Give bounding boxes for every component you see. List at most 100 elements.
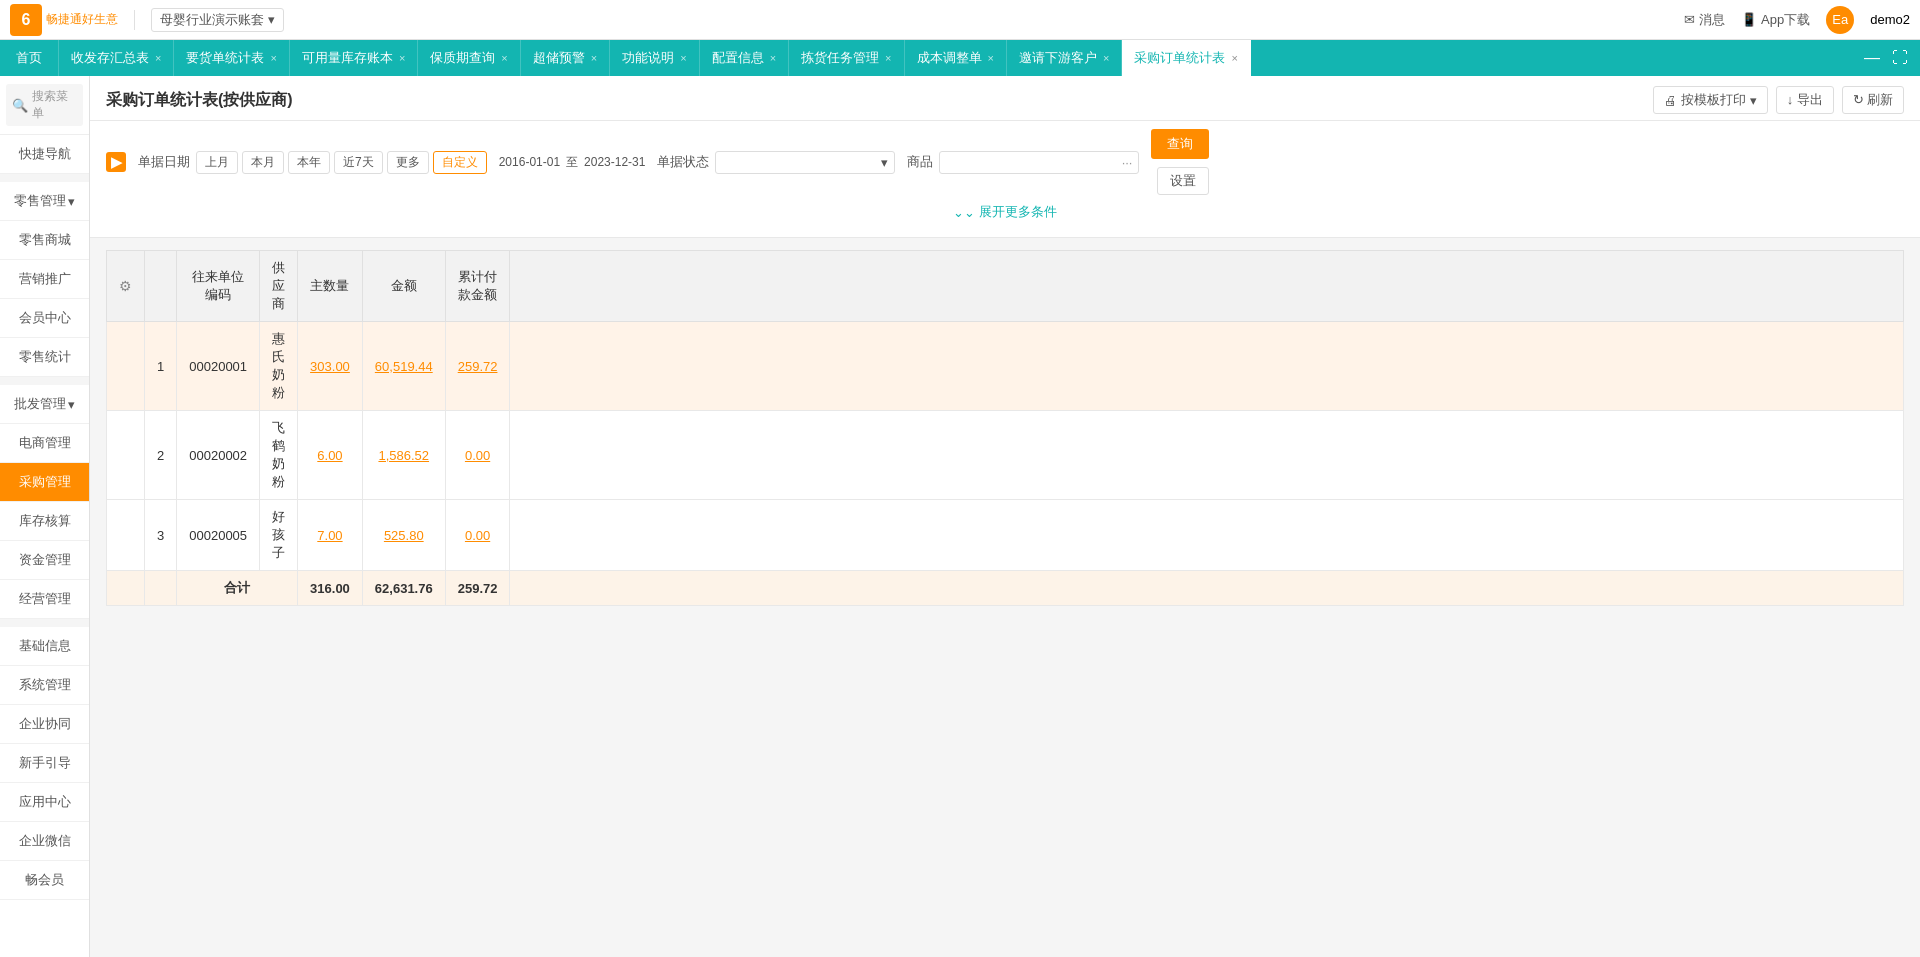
filter-expand-toggle[interactable]: ▶: [106, 152, 126, 172]
tab-invite-downstream-close[interactable]: ×: [1103, 52, 1109, 64]
tab-receive-summary-close[interactable]: ×: [155, 52, 161, 64]
row-3-paid-link[interactable]: 0.00: [465, 528, 490, 543]
row-2-paid-amount[interactable]: 0.00: [445, 411, 510, 500]
sidebar-quick-nav-label: 快捷导航: [19, 146, 71, 161]
date-btn-more[interactable]: 更多: [387, 151, 429, 174]
row-2-paid-link[interactable]: 0.00: [465, 448, 490, 463]
row-1-main-qty[interactable]: 303.00: [298, 322, 363, 411]
tab-cost-adjust[interactable]: 成本调整单 ×: [905, 40, 1007, 76]
row-2-main-qty[interactable]: 6.00: [298, 411, 363, 500]
row-3-paid-amount[interactable]: 0.00: [445, 500, 510, 571]
date-btn-7days[interactable]: 近7天: [334, 151, 383, 174]
store-selector[interactable]: 母婴行业演示账套 ▾: [151, 8, 284, 32]
query-button[interactable]: 查询: [1151, 129, 1209, 159]
tab-invite-downstream-label: 邀请下游客户: [1019, 49, 1097, 67]
sidebar-item-capital-mgmt[interactable]: 资金管理: [0, 541, 89, 580]
tab-overstock[interactable]: 超储预警 ×: [521, 40, 610, 76]
tab-order-summary[interactable]: 要货单统计表 ×: [174, 40, 289, 76]
row-3-amount[interactable]: 525.80: [362, 500, 445, 571]
nav-minimize-btn[interactable]: —: [1860, 47, 1884, 69]
tab-config-info-label: 配置信息: [712, 49, 764, 67]
tab-cost-adjust-close[interactable]: ×: [988, 52, 994, 64]
row-1-amount-link[interactable]: 60,519.44: [375, 359, 433, 374]
footer-extra: [510, 571, 1904, 606]
row-2-qty-link[interactable]: 6.00: [317, 448, 342, 463]
app-download-btn[interactable]: 📱 App下载: [1741, 11, 1810, 29]
content-area: 采购订单统计表(按供应商) 🖨 按模板打印 ▾ ↓ 导出 ↻ 刷新: [90, 76, 1920, 957]
tab-home[interactable]: 首页: [0, 40, 59, 76]
settings-icon[interactable]: ⚙: [119, 278, 132, 294]
sidebar-item-vip-member[interactable]: 畅会员: [0, 861, 89, 900]
tab-purchase-summary[interactable]: 采购订单统计表 ×: [1122, 40, 1250, 76]
sidebar-marketing-label: 营销推广: [19, 271, 71, 286]
sidebar-item-ecommerce[interactable]: 电商管理: [0, 424, 89, 463]
sidebar-search-btn[interactable]: 🔍 搜索菜单: [6, 84, 83, 126]
filter-goods-more-btn[interactable]: ···: [1122, 155, 1133, 170]
tab-stock-ledger-close[interactable]: ×: [399, 52, 405, 64]
filter-status-select[interactable]: ▾: [715, 151, 895, 174]
row-3-amount-link[interactable]: 525.80: [384, 528, 424, 543]
print-button[interactable]: 🖨 按模板打印 ▾: [1653, 86, 1768, 114]
tab-order-summary-close[interactable]: ×: [270, 52, 276, 64]
date-btn-custom[interactable]: 自定义: [433, 151, 487, 174]
tab-pick-task-close[interactable]: ×: [885, 52, 891, 64]
tab-pick-task[interactable]: 拣货任务管理 ×: [789, 40, 904, 76]
row-3-supplier-name: 好孩子: [260, 500, 298, 571]
sidebar-item-marketing[interactable]: 营销推广: [0, 260, 89, 299]
row-3-main-qty[interactable]: 7.00: [298, 500, 363, 571]
date-btn-this-month[interactable]: 本月: [242, 151, 284, 174]
sidebar-item-enterprise-wechat[interactable]: 企业微信: [0, 822, 89, 861]
table-container: ⚙ 往来单位编码 供应商 主数量 金额 累计付款金额 1: [90, 238, 1920, 957]
sidebar-item-retail-mall[interactable]: 零售商城: [0, 221, 89, 260]
sidebar-item-retail-stats[interactable]: 零售统计: [0, 338, 89, 377]
sidebar-item-ops-mgmt[interactable]: 经营管理: [0, 580, 89, 619]
tab-function-desc-close[interactable]: ×: [680, 52, 686, 64]
refresh-button[interactable]: ↻ 刷新: [1842, 86, 1904, 114]
tab-expire-query[interactable]: 保质期查询 ×: [418, 40, 520, 76]
row-1-paid-link[interactable]: 259.72: [458, 359, 498, 374]
nav-maximize-btn[interactable]: ⛶: [1888, 47, 1912, 69]
sidebar-item-quick-nav[interactable]: 快捷导航: [0, 135, 89, 174]
tab-receive-summary-label: 收发存汇总表: [71, 49, 149, 67]
sidebar-search-area[interactable]: 🔍 搜索菜单: [0, 76, 89, 135]
sidebar-item-inventory-check[interactable]: 库存核算: [0, 502, 89, 541]
col-header-settings[interactable]: ⚙: [107, 251, 145, 322]
tab-config-info[interactable]: 配置信息 ×: [700, 40, 789, 76]
sidebar-item-system-mgmt[interactable]: 系统管理: [0, 666, 89, 705]
tab-purchase-summary-close[interactable]: ×: [1231, 52, 1237, 64]
avatar[interactable]: Ea: [1826, 6, 1854, 34]
row-1-qty-link[interactable]: 303.00: [310, 359, 350, 374]
sidebar-item-basic-info[interactable]: 基础信息: [0, 627, 89, 666]
tab-expire-query-close[interactable]: ×: [501, 52, 507, 64]
message-btn[interactable]: ✉ 消息: [1684, 11, 1725, 29]
row-1-paid-amount[interactable]: 259.72: [445, 322, 510, 411]
row-3-supplier-code: 00020005: [177, 500, 260, 571]
tab-invite-downstream[interactable]: 邀请下游客户 ×: [1007, 40, 1122, 76]
print-icon: 🖨: [1664, 93, 1677, 108]
date-btn-this-year[interactable]: 本年: [288, 151, 330, 174]
table-row: 2 00020002 飞鹤奶粉 6.00 1,586.52 0.00: [107, 411, 1904, 500]
sidebar-item-new-guide[interactable]: 新手引导: [0, 744, 89, 783]
tab-overstock-close[interactable]: ×: [591, 52, 597, 64]
expand-more-btn[interactable]: ⌄⌄ 展开更多条件: [945, 199, 1065, 225]
sidebar-item-wholesale-mgmt[interactable]: 批发管理 ▾: [0, 385, 89, 424]
row-2-amount-link[interactable]: 1,586.52: [378, 448, 429, 463]
sidebar-item-retail-mgmt[interactable]: 零售管理 ▾: [0, 182, 89, 221]
settings-button[interactable]: 设置: [1157, 167, 1209, 195]
export-button[interactable]: ↓ 导出: [1776, 86, 1834, 114]
sidebar-item-app-center[interactable]: 应用中心: [0, 783, 89, 822]
row-3-qty-link[interactable]: 7.00: [317, 528, 342, 543]
sidebar-item-enterprise-collab[interactable]: 企业协同: [0, 705, 89, 744]
table-footer-row: 合计 316.00 62,631.76 259.72: [107, 571, 1904, 606]
tab-stock-ledger[interactable]: 可用量库存账本 ×: [290, 40, 418, 76]
tab-function-desc[interactable]: 功能说明 ×: [610, 40, 699, 76]
sidebar-item-purchase-mgmt[interactable]: 采购管理: [0, 463, 89, 502]
nav-tabs-bar: 首页 收发存汇总表 × 要货单统计表 × 可用量库存账本 × 保质期查询 × 超…: [0, 40, 1920, 76]
date-btn-last-month[interactable]: 上月: [196, 151, 238, 174]
row-1-amount[interactable]: 60,519.44: [362, 322, 445, 411]
row-2-amount[interactable]: 1,586.52: [362, 411, 445, 500]
sidebar-item-member-center[interactable]: 会员中心: [0, 299, 89, 338]
tab-receive-summary[interactable]: 收发存汇总表 ×: [59, 40, 174, 76]
footer-amount: 62,631.76: [362, 571, 445, 606]
tab-config-info-close[interactable]: ×: [770, 52, 776, 64]
